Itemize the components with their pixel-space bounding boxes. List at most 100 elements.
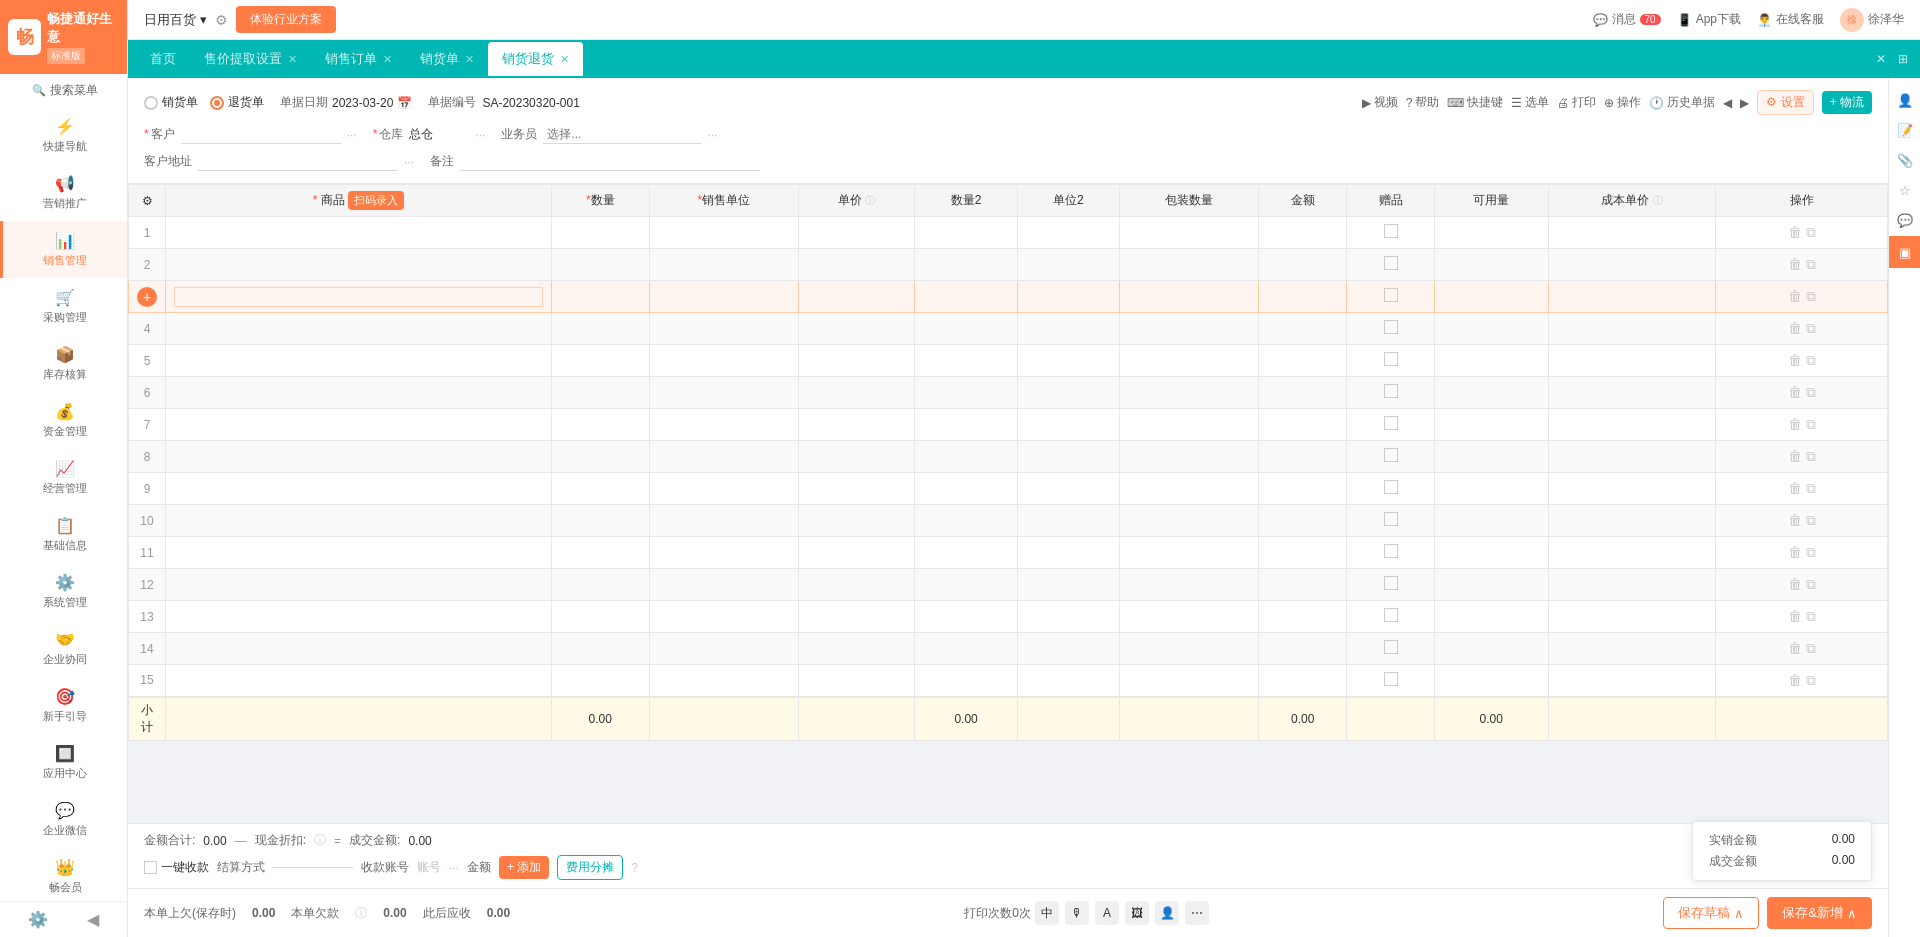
one-click-payment[interactable]: 一键收款 bbox=[144, 859, 209, 876]
cost-price-cell[interactable] bbox=[1548, 313, 1716, 345]
price-cell[interactable] bbox=[799, 281, 915, 313]
header-gear-icon[interactable]: ⚙ bbox=[215, 12, 228, 28]
quantity-cell[interactable] bbox=[551, 537, 649, 569]
unit-cell[interactable] bbox=[649, 633, 798, 665]
fee-split-btn[interactable]: 费用分摊 bbox=[557, 855, 623, 880]
qty2-cell[interactable] bbox=[915, 377, 1017, 409]
available-cell[interactable] bbox=[1434, 409, 1548, 441]
price-cell[interactable] bbox=[799, 345, 915, 377]
available-cell[interactable] bbox=[1434, 217, 1548, 249]
price-cell[interactable] bbox=[799, 601, 915, 633]
sidebar-item-operations[interactable]: 📈 经营管理 bbox=[0, 449, 127, 506]
sidebar-item-basic[interactable]: 📋 基础信息 bbox=[0, 506, 127, 563]
copy-row-btn[interactable]: ⧉ bbox=[1804, 478, 1818, 498]
product-cell[interactable] bbox=[166, 601, 552, 633]
cost-price-cell[interactable] bbox=[1548, 345, 1716, 377]
select-order-btn[interactable]: ☰ 选单 bbox=[1511, 94, 1549, 111]
unit2-cell[interactable] bbox=[1017, 281, 1119, 313]
amount-cell[interactable] bbox=[1259, 633, 1347, 665]
price-cell[interactable] bbox=[799, 441, 915, 473]
gift-checkbox[interactable] bbox=[1384, 640, 1398, 654]
side-contacts-btn[interactable]: 👤 bbox=[1891, 86, 1919, 114]
available-cell[interactable] bbox=[1434, 665, 1548, 697]
product-cell[interactable] bbox=[166, 345, 552, 377]
address-dots-btn[interactable]: ··· bbox=[404, 155, 414, 169]
unit-cell[interactable] bbox=[649, 377, 798, 409]
qty2-cell[interactable] bbox=[915, 217, 1017, 249]
cost-price-cell[interactable] bbox=[1548, 377, 1716, 409]
qty2-cell[interactable] bbox=[915, 505, 1017, 537]
tab-close-icon[interactable]: ✕ bbox=[288, 53, 297, 66]
unit2-cell[interactable] bbox=[1017, 409, 1119, 441]
quantity-cell[interactable] bbox=[551, 345, 649, 377]
unit-cell[interactable] bbox=[649, 409, 798, 441]
cost-price-cell[interactable] bbox=[1548, 633, 1716, 665]
qty2-cell[interactable] bbox=[915, 313, 1017, 345]
quantity-cell[interactable] bbox=[551, 665, 649, 697]
amount-cell[interactable] bbox=[1259, 665, 1347, 697]
available-cell[interactable] bbox=[1434, 281, 1548, 313]
video-btn[interactable]: ▶ 视频 bbox=[1362, 94, 1398, 111]
unit2-cell[interactable] bbox=[1017, 665, 1119, 697]
copy-row-btn[interactable]: ⧉ bbox=[1804, 542, 1818, 562]
gift-checkbox[interactable] bbox=[1384, 320, 1398, 334]
quantity-cell[interactable] bbox=[551, 633, 649, 665]
cost-price-cell[interactable] bbox=[1548, 441, 1716, 473]
unit2-cell[interactable] bbox=[1017, 249, 1119, 281]
cost-price-cell[interactable] bbox=[1548, 569, 1716, 601]
available-cell[interactable] bbox=[1434, 505, 1548, 537]
pack-qty-cell[interactable] bbox=[1119, 441, 1258, 473]
add-payment-btn[interactable]: + 添加 bbox=[499, 856, 549, 879]
cost-price-cell[interactable] bbox=[1548, 665, 1716, 697]
sidebar-item-finance[interactable]: 💰 资金管理 bbox=[0, 392, 127, 449]
unit-cell[interactable] bbox=[649, 569, 798, 601]
unit2-cell[interactable] bbox=[1017, 313, 1119, 345]
unit-cell[interactable] bbox=[649, 249, 798, 281]
sidebar-item-sales[interactable]: 📊 销售管理 bbox=[0, 221, 127, 278]
sidebar-item-member[interactable]: 👑 畅会员 bbox=[0, 848, 127, 901]
copy-row-btn[interactable]: ⧉ bbox=[1804, 446, 1818, 466]
cost-price-cell[interactable] bbox=[1548, 217, 1716, 249]
unit-cell[interactable] bbox=[649, 665, 798, 697]
gift-checkbox[interactable] bbox=[1384, 256, 1398, 270]
copy-row-btn[interactable]: ⧉ bbox=[1804, 670, 1818, 690]
qty2-cell[interactable] bbox=[915, 281, 1017, 313]
unit2-cell[interactable] bbox=[1017, 217, 1119, 249]
micicon[interactable]: 🎙 bbox=[1065, 901, 1089, 925]
amount-cell[interactable] bbox=[1259, 537, 1347, 569]
product-cell[interactable] bbox=[166, 281, 552, 313]
delete-row-btn[interactable]: 🗑 bbox=[1786, 510, 1804, 530]
side-attach-btn[interactable]: 📎 bbox=[1891, 146, 1919, 174]
gift-checkbox[interactable] bbox=[1384, 576, 1398, 590]
unit2-cell[interactable] bbox=[1017, 345, 1119, 377]
available-cell[interactable] bbox=[1434, 313, 1548, 345]
amount-cell[interactable] bbox=[1259, 441, 1347, 473]
available-cell[interactable] bbox=[1434, 345, 1548, 377]
unit-cell[interactable] bbox=[649, 217, 798, 249]
qty2-cell[interactable] bbox=[915, 473, 1017, 505]
side-orange-panel-btn[interactable]: ▣ bbox=[1889, 236, 1921, 268]
product-cell[interactable] bbox=[166, 377, 552, 409]
copy-row-btn[interactable]: ⧉ bbox=[1804, 414, 1818, 434]
pack-qty-cell[interactable] bbox=[1119, 313, 1258, 345]
unit-cell[interactable] bbox=[649, 313, 798, 345]
product-cell[interactable] bbox=[166, 409, 552, 441]
online-service-btn[interactable]: 👨‍💼 在线客服 bbox=[1757, 11, 1824, 28]
price-cell[interactable] bbox=[799, 409, 915, 441]
qty2-cell[interactable] bbox=[915, 665, 1017, 697]
unit-cell[interactable] bbox=[649, 473, 798, 505]
price-cell[interactable] bbox=[799, 505, 915, 537]
accounting-dropdown[interactable] bbox=[273, 867, 353, 868]
imgicon[interactable]: 🖼 bbox=[1125, 901, 1149, 925]
product-cell[interactable] bbox=[166, 633, 552, 665]
account-dots-btn[interactable]: ··· bbox=[449, 861, 459, 875]
quantity-cell[interactable] bbox=[551, 441, 649, 473]
product-cell[interactable] bbox=[166, 537, 552, 569]
quantity-cell[interactable] bbox=[551, 249, 649, 281]
price-cell[interactable] bbox=[799, 313, 915, 345]
pack-qty-cell[interactable] bbox=[1119, 249, 1258, 281]
add-row-btn[interactable]: + bbox=[137, 287, 157, 307]
cost-price-cell[interactable] bbox=[1548, 409, 1716, 441]
quantity-cell[interactable] bbox=[551, 505, 649, 537]
gift-checkbox[interactable] bbox=[1384, 448, 1398, 462]
